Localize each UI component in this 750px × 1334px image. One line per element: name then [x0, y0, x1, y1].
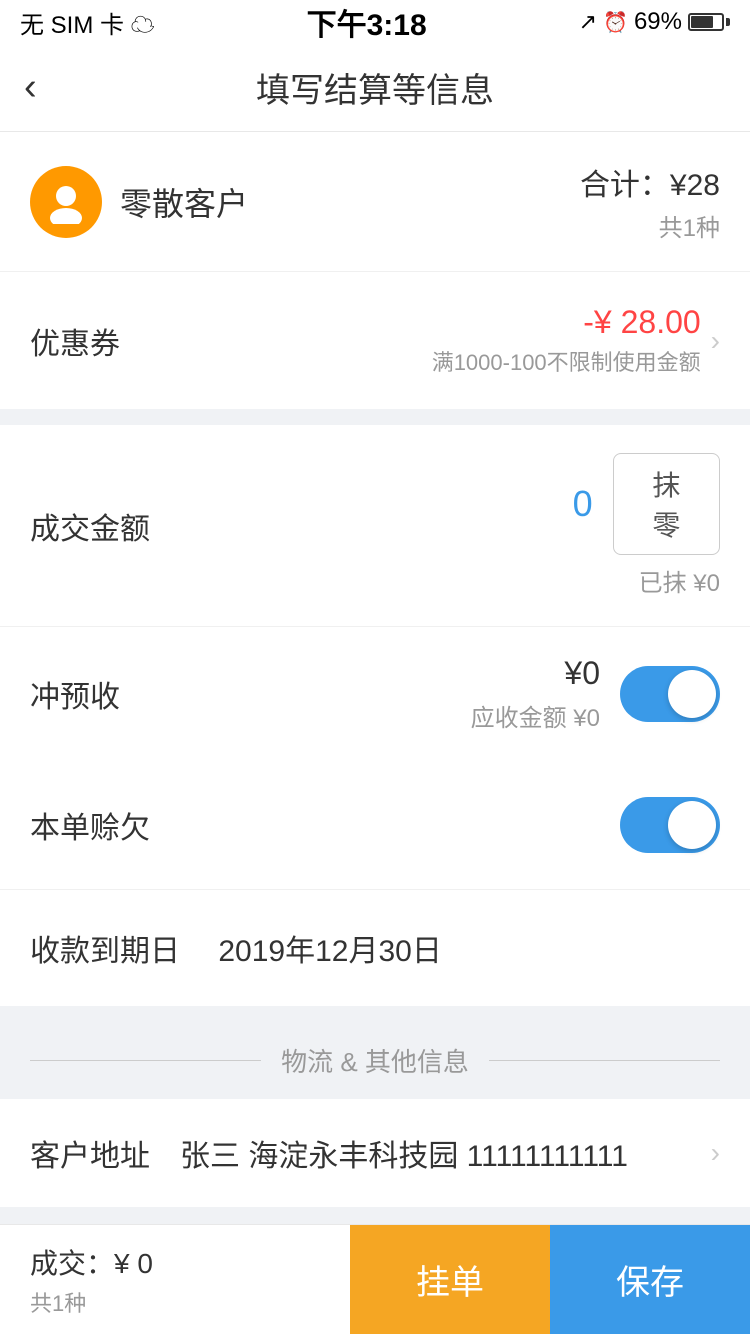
customer-name: 零散客户 — [120, 179, 248, 225]
page-title: 填写结算等信息 — [256, 63, 494, 112]
address-row[interactable]: 客户地址 张三 海淀永丰科技园 11111111111 › — [0, 1099, 750, 1207]
deal-amount-subtext: 已抹 ¥0 — [639, 563, 720, 598]
round-zero-button[interactable]: 抹零 — [613, 453, 720, 555]
coupon-chevron-icon: › — [711, 325, 720, 357]
hang-button[interactable]: 挂单 — [350, 1225, 550, 1334]
content-area: 零散客户 合计：¥28 共1种 优惠券 -¥ 28.00 满1000-100不限… — [0, 132, 750, 1327]
location-icon: ↗ — [579, 9, 597, 35]
person-icon — [44, 180, 88, 224]
save-button[interactable]: 保存 — [550, 1225, 750, 1334]
toggle-knob — [668, 670, 716, 718]
nav-bar: ‹ 填写结算等信息 — [0, 44, 750, 132]
avatar — [30, 166, 102, 238]
address-label: 客户地址 — [30, 1131, 150, 1175]
chong-yu-label: 冲预收 — [30, 672, 120, 716]
chong-yu-amount: ¥0 — [564, 655, 600, 692]
coupon-value-block: -¥ 28.00 满1000-100不限制使用金额 — [432, 304, 701, 377]
deal-amount-label: 成交金额 — [30, 504, 150, 548]
no-sim-label: 无 SIM 卡 ☁ — [20, 5, 155, 40]
battery-label: 69% — [634, 8, 682, 36]
customer-right: 合计：¥28 共1种 — [580, 160, 720, 243]
coupon-label: 优惠券 — [30, 319, 120, 363]
she-qian-row: 本单赊欠 — [0, 761, 750, 889]
status-right: ↗ ⏰ 69% — [579, 8, 730, 36]
coupon-right: -¥ 28.00 满1000-100不限制使用金额 › — [432, 304, 720, 377]
coupon-amount: -¥ 28.00 — [432, 304, 701, 341]
total-amount: 合计：¥28 — [580, 160, 720, 204]
customer-left: 零散客户 — [30, 166, 248, 238]
battery-icon — [688, 13, 730, 31]
logistics-divider: 物流 & 其他信息 — [0, 1022, 750, 1099]
bottom-count-label: 共1种 — [30, 1286, 320, 1318]
bottom-summary: 成交：¥ 0 共1种 — [0, 1225, 350, 1334]
she-qian-toggle[interactable] — [620, 797, 720, 853]
chong-yu-row: 冲预收 ¥0 应收金额 ¥0 — [0, 627, 750, 761]
total-count: 共1种 — [580, 208, 720, 243]
coupon-row[interactable]: 优惠券 -¥ 28.00 满1000-100不限制使用金额 › — [0, 271, 750, 409]
bottom-deal-label: 成交：¥ 0 — [30, 1242, 320, 1282]
back-button[interactable]: ‹ — [24, 66, 37, 109]
deal-amount-input[interactable] — [150, 483, 593, 525]
due-date-label: 收款到期日 — [30, 935, 180, 968]
status-bar: 无 SIM 卡 ☁ 下午3:18 ↗ ⏰ 69% — [0, 0, 750, 44]
she-qian-toggle-knob — [668, 801, 716, 849]
customer-card: 零散客户 合计：¥28 共1种 优惠券 -¥ 28.00 满1000-100不限… — [0, 132, 750, 409]
customer-row: 零散客户 合计：¥28 共1种 — [0, 132, 750, 271]
divider-line-right — [489, 1060, 720, 1061]
she-qian-card: 本单赊欠 收款到期日 2019年12月30日 — [0, 761, 750, 1006]
she-qian-label: 本单赊欠 — [30, 803, 150, 847]
chong-yu-subtext: 应收金额 ¥0 — [471, 698, 600, 733]
coupon-desc: 满1000-100不限制使用金额 — [432, 345, 701, 377]
chong-yu-toggle[interactable] — [620, 666, 720, 722]
due-date-row: 收款到期日 2019年12月30日 — [0, 889, 750, 1006]
address-value: 张三 海淀永丰科技园 11111111111 — [180, 1131, 681, 1175]
deal-amount-right: 抹零 — [150, 453, 720, 555]
deal-section: 成交金额 抹零 已抹 ¥0 冲预收 ¥0 应收金额 ¥0 — [0, 425, 750, 761]
time-label: 下午3:18 — [307, 0, 427, 44]
alarm-icon: ⏰ — [603, 10, 628, 35]
divider-line-left — [30, 1060, 261, 1061]
deal-amount-row: 成交金额 抹零 已抹 ¥0 — [0, 425, 750, 627]
due-date-value: 2019年12月30日 — [218, 935, 441, 968]
bottom-bar: 成交：¥ 0 共1种 挂单 保存 — [0, 1224, 750, 1334]
status-left: 无 SIM 卡 ☁ — [20, 5, 155, 40]
logistics-label: 物流 & 其他信息 — [281, 1042, 469, 1079]
chong-yu-right: ¥0 应收金额 ¥0 — [471, 655, 720, 733]
bottom-deal-text: 成交： — [30, 1248, 114, 1279]
address-chevron-icon: › — [711, 1137, 720, 1169]
bottom-deal-amount: ¥ 0 — [114, 1248, 153, 1279]
